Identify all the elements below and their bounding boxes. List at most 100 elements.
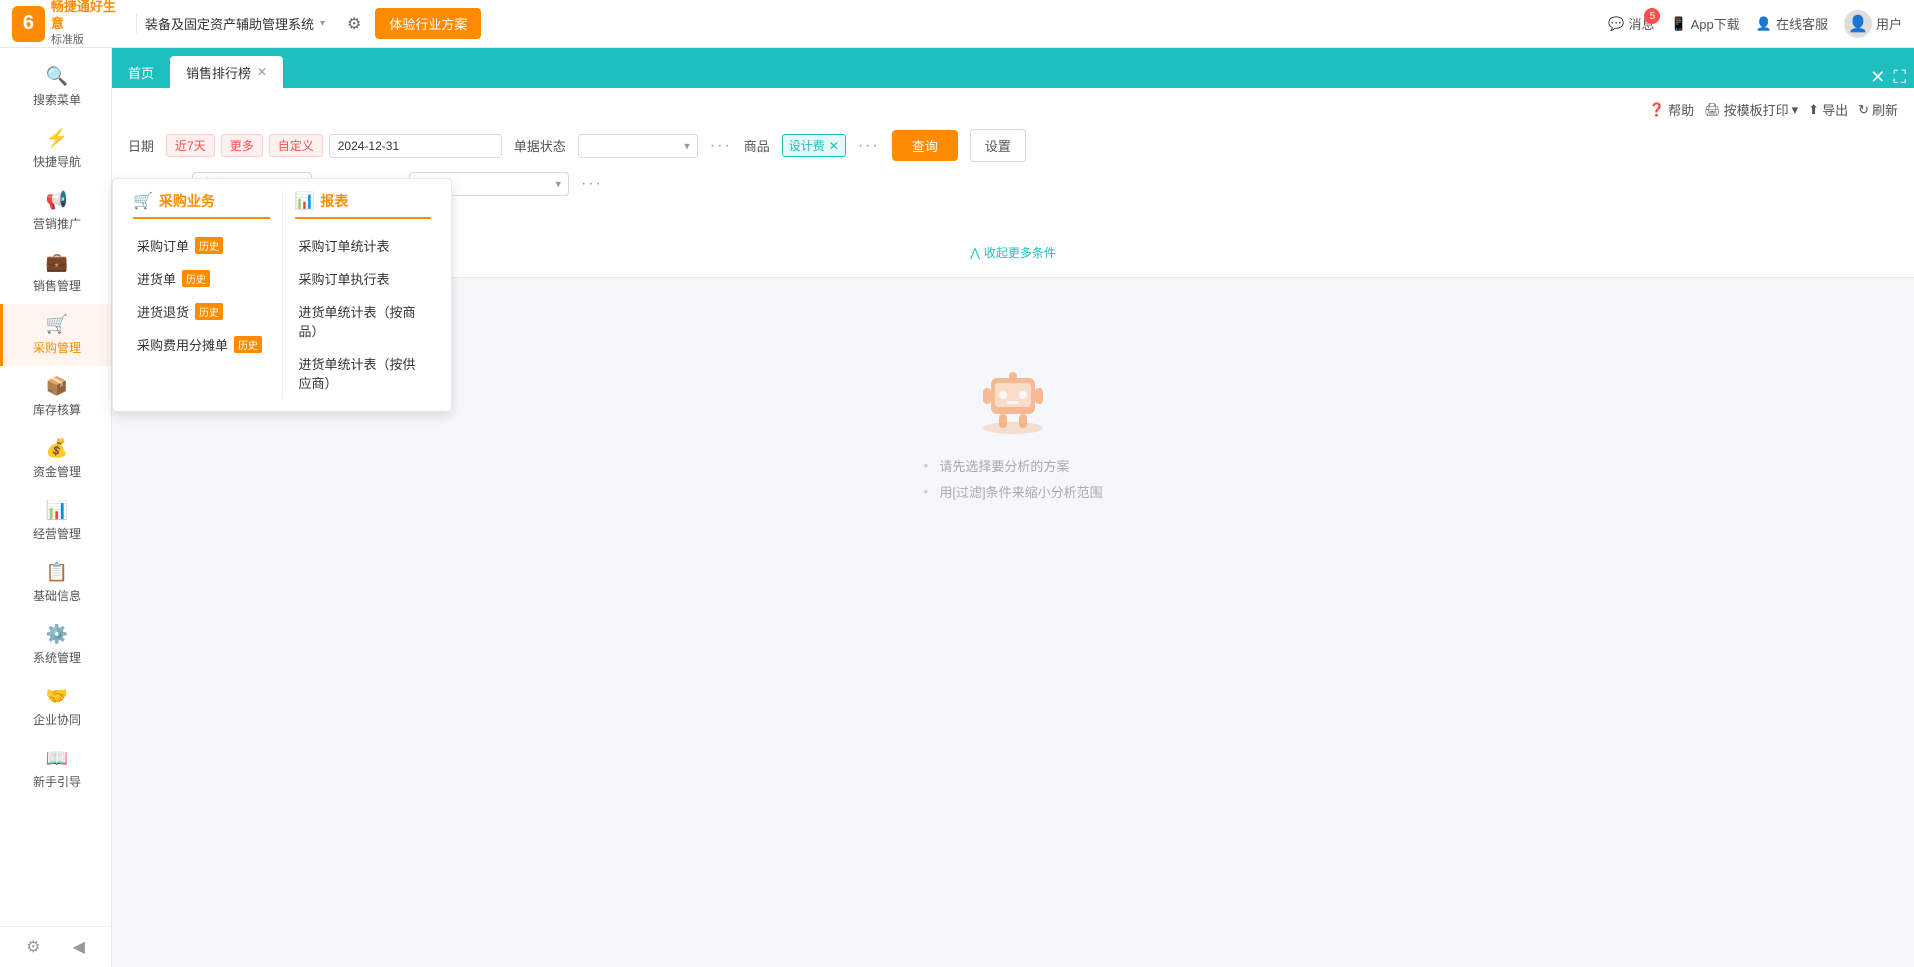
refresh-icon: ↻ — [1858, 102, 1869, 118]
menu-item-expense[interactable]: 采购费用分摊单 历史 — [133, 328, 270, 361]
print-button[interactable]: 🖨 按模板打印 ▾ — [1704, 100, 1798, 119]
topbar: 6 畅捷通好生意 标准版 装备及固定资产辅助管理系统 ▾ ⚙ 体验行业方案 💬 … — [0, 0, 1914, 48]
message-icon: 💬 — [1608, 16, 1624, 32]
megaphone-icon: 📢 — [46, 190, 68, 211]
list-icon: 📋 — [46, 562, 68, 583]
online-service-button[interactable]: 👤 在线客服 — [1756, 14, 1828, 33]
help-button[interactable]: ❓ 帮助 — [1649, 100, 1694, 119]
export-icon: ⬆ — [1808, 102, 1819, 118]
refresh-button[interactable]: ↻ 刷新 — [1858, 100, 1898, 119]
lightning-icon: ⚡ — [46, 128, 68, 149]
doc-status-label: 单据状态 — [514, 136, 566, 155]
settings-bottom-icon[interactable]: ⚙ — [26, 937, 40, 957]
money-icon: 💰 — [46, 438, 68, 459]
goods-dots[interactable]: ··· — [858, 137, 880, 155]
doc-status-select[interactable] — [578, 134, 698, 158]
phone-icon: 📱 — [1670, 16, 1686, 32]
sidebar-item-quick-nav[interactable]: ⚡ 快捷导航 — [0, 118, 111, 180]
date-group: 近7天 更多 自定义 — [166, 134, 502, 158]
menu-item-incoming[interactable]: 进货单 历史 — [133, 262, 270, 295]
menu-item-return[interactable]: 进货退货 历史 — [133, 295, 270, 328]
menu-item-report-supplier[interactable]: 进货单统计表（按供应商） — [295, 347, 432, 399]
collapse-button[interactable]: ⋀ 收起更多条件 — [970, 244, 1056, 261]
menu-divider — [282, 191, 283, 399]
sidebar-item-cooperation[interactable]: 🤝 企业协同 — [0, 676, 111, 738]
sidebar-item-guide[interactable]: 📖 新手引导 — [0, 738, 111, 800]
sidebar-item-inventory[interactable]: 📦 库存核算 — [0, 366, 111, 428]
close-all-icon[interactable]: ✕ — [1870, 67, 1885, 88]
tabs-bar: 首页 销售排行榜 ✕ ✕ ⛶ — [112, 48, 1914, 88]
logo-icon: 6 — [12, 6, 45, 42]
toolbar-area: ❓ 帮助 🖨 按模板打印 ▾ ⬆ 导出 ↻ — [1649, 100, 1898, 119]
reports-menu-icon: 📊 — [295, 191, 315, 211]
collapse-sidebar-icon[interactable]: ◀ — [73, 937, 85, 957]
hist-badge-return: 历史 — [195, 303, 223, 320]
purchase-menu-icon: 🛒 — [133, 191, 153, 211]
tab-sales-ranking[interactable]: 销售排行榜 ✕ — [170, 56, 283, 88]
logo-area: 6 畅捷通好生意 标准版 — [12, 0, 122, 48]
date-tag-7days[interactable]: 近7天 — [166, 134, 215, 157]
system-selector[interactable]: 装备及固定资产辅助管理系统 ▾ — [136, 14, 333, 33]
tab-close-icon[interactable]: ✕ — [257, 65, 267, 79]
user-button[interactable]: 👤 用户 — [1844, 10, 1902, 38]
sidebar-item-system[interactable]: ⚙️ 系统管理 — [0, 614, 111, 676]
empty-illustration — [963, 358, 1063, 438]
cart-icon: 🛒 — [46, 314, 68, 335]
sidebar: 🔍 搜索菜单 ⚡ 快捷导航 📢 营销推广 💼 销售管理 🛒 采购管理 📦 库存核… — [0, 48, 112, 967]
hist-badge-incoming: 历史 — [182, 270, 210, 287]
goods-tag-close[interactable]: ✕ — [829, 139, 839, 153]
sidebar-item-sales[interactable]: 💼 销售管理 — [0, 242, 111, 304]
goods-label: 商品 — [744, 136, 770, 155]
menu-item-purchase-order[interactable]: 采购订单 历史 — [133, 229, 270, 262]
purchase-dropdown-menu: 🛒 采购业务 采购订单 历史 进货单 历史 进货退货 历史 采购费用分摊单 历史… — [112, 178, 452, 412]
purchase-col: 🛒 采购业务 采购订单 历史 进货单 历史 进货退货 历史 采购费用分摊单 历史 — [125, 191, 278, 399]
query-button[interactable]: 查询 — [892, 130, 958, 161]
briefcase-icon: 💼 — [46, 252, 68, 273]
filter-row-1: 日期 近7天 更多 自定义 单据状态 ··· 商品 — [128, 129, 1898, 162]
message-button[interactable]: 💬 消息 5 — [1608, 14, 1654, 33]
reports-col-title: 📊 报表 — [295, 191, 432, 219]
sidebar-item-operations[interactable]: 📊 经营管理 — [0, 490, 111, 552]
salesperson-dots[interactable]: ··· — [581, 175, 603, 193]
menu-item-report-goods[interactable]: 进货单统计表（按商品） — [295, 295, 432, 347]
chart-icon: 📊 — [46, 500, 68, 521]
trial-button[interactable]: 体验行业方案 — [375, 8, 481, 39]
app-download-button[interactable]: 📱 App下载 — [1670, 14, 1739, 33]
settings-icon: ⚙️ — [46, 624, 68, 645]
doc-status-wrapper — [578, 134, 698, 158]
sidebar-item-search[interactable]: 🔍 搜索菜单 — [0, 56, 111, 118]
empty-tip-2: 用[过滤]条件来缩小分析范围 — [923, 480, 1102, 506]
sidebar-item-marketing[interactable]: 📢 营销推广 — [0, 180, 111, 242]
handshake-icon: 🤝 — [46, 686, 68, 707]
maximize-icon[interactable]: ⛶ — [1893, 67, 1906, 88]
logo-text: 畅捷通好生意 标准版 — [51, 0, 122, 48]
topbar-right: 💬 消息 5 📱 App下载 👤 在线客服 👤 用户 — [1608, 10, 1902, 38]
empty-tips: 请先选择要分析的方案 用[过滤]条件来缩小分析范围 — [923, 454, 1102, 506]
export-button[interactable]: ⬆ 导出 — [1808, 100, 1848, 119]
sidebar-item-purchase[interactable]: 🛒 采购管理 — [0, 304, 111, 366]
menu-item-report-order-exec[interactable]: 采购订单执行表 — [295, 262, 432, 295]
doc-status-dots[interactable]: ··· — [710, 137, 732, 155]
date-input-end[interactable] — [329, 134, 502, 158]
box-icon: 📦 — [46, 376, 68, 397]
sidebar-item-basic-info[interactable]: 📋 基础信息 — [0, 552, 111, 614]
goods-tag: 设计费 ✕ — [782, 134, 846, 157]
date-label: 日期 — [128, 136, 154, 155]
reports-col: 📊 报表 采购订单统计表 采购订单执行表 进货单统计表（按商品） 进货单统计表（… — [287, 191, 440, 399]
tab-home[interactable]: 首页 — [112, 56, 170, 88]
search-icon: 🔍 — [46, 66, 68, 87]
hist-badge-purchase-order: 历史 — [195, 237, 223, 254]
message-badge: 5 — [1644, 8, 1660, 24]
menu-item-report-order-stats[interactable]: 采购订单统计表 — [295, 229, 432, 262]
empty-tip-1: 请先选择要分析的方案 — [923, 454, 1102, 480]
gear-icon[interactable]: ⚙ — [343, 10, 365, 38]
print-icon: 🖨 — [1704, 102, 1721, 118]
date-tag-more[interactable]: 更多 — [221, 134, 263, 157]
setting-button[interactable]: 设置 — [970, 129, 1026, 162]
hist-badge-expense: 历史 — [234, 336, 262, 353]
date-tag-custom[interactable]: 自定义 — [269, 134, 323, 157]
purchase-col-title: 🛒 采购业务 — [133, 191, 270, 219]
print-chevron-icon: ▾ — [1792, 102, 1799, 118]
service-icon: 👤 — [1756, 16, 1772, 32]
sidebar-item-finance[interactable]: 💰 资金管理 — [0, 428, 111, 490]
